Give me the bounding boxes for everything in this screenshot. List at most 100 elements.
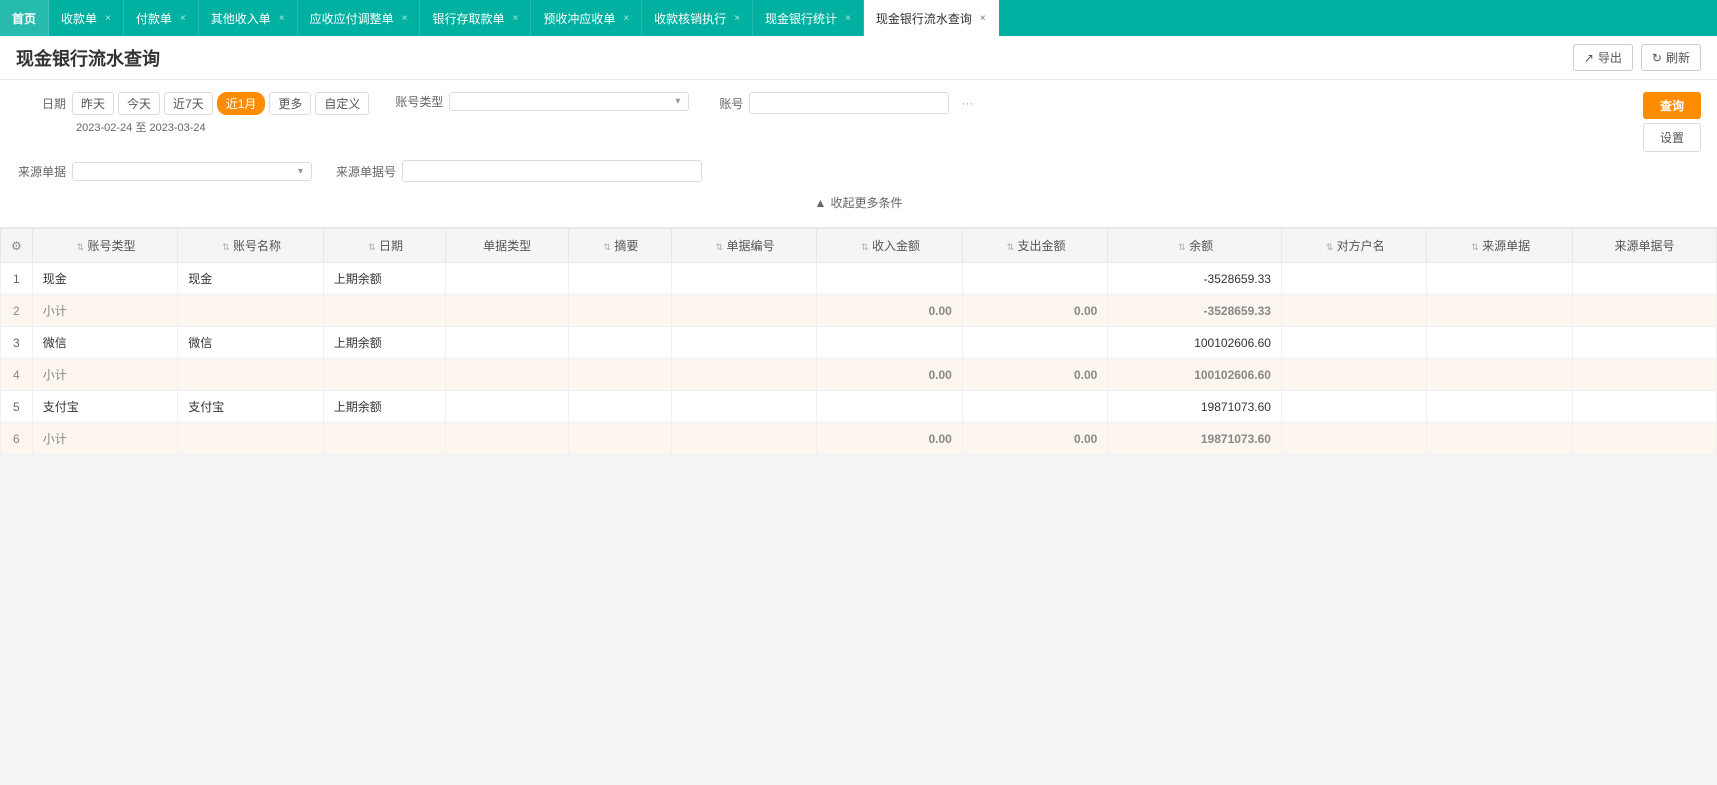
sort-icon[interactable]: ⇅ xyxy=(1007,242,1015,252)
date-btn-1month[interactable]: 近1月 xyxy=(217,92,266,115)
nav-tab-shoukuanhexiao[interactable]: 收款核销执行 × xyxy=(642,0,753,36)
sort-icon[interactable]: ⇅ xyxy=(716,242,724,252)
table-cell-summary xyxy=(568,359,671,391)
table-cell-source-doc_no xyxy=(1572,423,1716,455)
table-cell-source-doc_no xyxy=(1572,327,1716,359)
date-btn-7days[interactable]: 近7天 xyxy=(164,92,213,115)
table-cell-doc-type xyxy=(446,359,569,391)
export-icon: ↗ xyxy=(1584,51,1594,65)
sort-icon[interactable]: ⇅ xyxy=(368,242,376,252)
account-type-label: 账号类型 xyxy=(393,93,443,110)
table-cell-account-type: 小计 xyxy=(32,295,178,327)
table-row-num: 4 xyxy=(1,359,33,391)
nav-tab-yushouc[interactable]: 预收冲应收单 × xyxy=(531,0,642,36)
table-cell-date xyxy=(323,359,446,391)
table-cell-date xyxy=(323,423,446,455)
source-doc-no-label: 来源单据号 xyxy=(336,163,396,180)
date-btn-today[interactable]: 今天 xyxy=(118,92,160,115)
setting-button[interactable]: 设置 xyxy=(1643,123,1701,152)
table-header-summary: ⇅ 摘要 xyxy=(568,229,671,263)
table-cell-account-name: 微信 xyxy=(178,327,324,359)
date-btn-more[interactable]: 更多 xyxy=(269,92,311,115)
table-cell-doc-no xyxy=(671,327,817,359)
tab-close-icon[interactable]: × xyxy=(180,13,186,24)
tab-close-icon[interactable]: × xyxy=(279,13,285,24)
table-row-num: 1 xyxy=(1,263,33,295)
tab-close-icon[interactable]: × xyxy=(980,13,986,24)
tab-close-icon[interactable]: × xyxy=(734,13,740,24)
account-type-select[interactable]: ▾ xyxy=(449,92,689,111)
refresh-icon: ↻ xyxy=(1652,51,1662,65)
table-cell-date: 上期余额 xyxy=(323,327,446,359)
table-cell-account-type: 微信 xyxy=(32,327,178,359)
tab-close-icon[interactable]: × xyxy=(623,13,629,24)
source-doc-no-input[interactable] xyxy=(411,164,693,178)
table-cell-source-doc xyxy=(1427,359,1573,391)
chevron-down-icon: ▾ xyxy=(675,96,680,107)
table-cell-account-name xyxy=(178,295,324,327)
table-cell-source-doc_no xyxy=(1572,359,1716,391)
nav-tab-yingshouyingfu[interactable]: 应收应付调整单 × xyxy=(298,0,421,36)
table-cell-summary xyxy=(568,263,671,295)
table-cell-source-doc xyxy=(1427,263,1573,295)
sort-icon[interactable]: ⇅ xyxy=(1178,242,1186,252)
date-btn-custom[interactable]: 自定义 xyxy=(315,92,369,115)
table-header-gear[interactable]: ⚙ xyxy=(1,229,33,263)
account-input[interactable] xyxy=(758,96,940,110)
table-cell-expense: 0.00 xyxy=(962,359,1108,391)
nav-tab-fukuandan[interactable]: 付款单 × xyxy=(124,0,199,36)
table-cell-expense: 0.00 xyxy=(962,295,1108,327)
account-label: 账号 xyxy=(713,95,743,112)
table-row-num: 2 xyxy=(1,295,33,327)
table-cell-doc-no xyxy=(671,359,817,391)
nav-home[interactable]: 首页 xyxy=(0,0,49,36)
table-cell-summary xyxy=(568,391,671,423)
source-doc-select[interactable]: ▾ xyxy=(72,162,312,181)
collapse-chevron-icon: ▲ xyxy=(815,196,827,210)
date-btn-yesterday[interactable]: 昨天 xyxy=(72,92,114,115)
account-dots-button[interactable]: ··· xyxy=(955,93,979,113)
nav-tab-xianjinyinhang-stats[interactable]: 现金银行统计 × xyxy=(753,0,864,36)
table-cell-expense xyxy=(962,263,1108,295)
tab-close-icon[interactable]: × xyxy=(845,13,851,24)
table-header-counterpart: ⇅ 对方户名 xyxy=(1281,229,1427,263)
table-cell-doc-no xyxy=(671,295,817,327)
table-cell-source-doc_no xyxy=(1572,391,1716,423)
table-header-date: ⇅ 日期 xyxy=(323,229,446,263)
query-button[interactable]: 查询 xyxy=(1643,92,1701,119)
tab-close-icon[interactable]: × xyxy=(512,13,518,24)
table-cell-account-type: 小计 xyxy=(32,423,178,455)
table-cell-date xyxy=(323,295,446,327)
table-header-expense: ⇅ 支出金额 xyxy=(962,229,1108,263)
sort-icon[interactable]: ⇅ xyxy=(1471,242,1479,252)
table-cell-account-name: 支付宝 xyxy=(178,391,324,423)
data-table-wrap: ⚙ ⇅ 账号类型 ⇅ 账号名称 ⇅ 日期 单据类型 ⇅ 摘 xyxy=(0,228,1717,455)
nav-tab-xianjinyinhang-query[interactable]: 现金银行流水查询 × xyxy=(864,0,999,36)
table-header-account-type: ⇅ 账号类型 xyxy=(32,229,178,263)
refresh-button[interactable]: ↻ 刷新 xyxy=(1641,44,1701,71)
data-table: ⚙ ⇅ 账号类型 ⇅ 账号名称 ⇅ 日期 单据类型 ⇅ 摘 xyxy=(0,228,1717,455)
tab-close-icon[interactable]: × xyxy=(402,13,408,24)
table-cell-income: 0.00 xyxy=(817,359,963,391)
table-cell-income: 0.00 xyxy=(817,423,963,455)
table-cell-account-type: 支付宝 xyxy=(32,391,178,423)
nav-tab-yinhangcunqu[interactable]: 银行存取款单 × xyxy=(420,0,531,36)
tab-close-icon[interactable]: × xyxy=(105,13,111,24)
sort-icon[interactable]: ⇅ xyxy=(1326,242,1334,252)
export-button[interactable]: ↗ 导出 xyxy=(1573,44,1633,71)
sort-icon[interactable]: ⇅ xyxy=(603,242,611,252)
query-setting-buttons: 查询 设置 xyxy=(1643,92,1701,152)
table-cell-source-doc xyxy=(1427,391,1573,423)
table-cell-account-type: 小计 xyxy=(32,359,178,391)
collapse-bar[interactable]: ▲ 收起更多条件 xyxy=(16,190,1701,215)
sort-icon[interactable]: ⇅ xyxy=(222,242,230,252)
nav-tab-shoukuandan[interactable]: 收款单 × xyxy=(49,0,124,36)
source-doc-no-filter: 来源单据号 xyxy=(336,160,702,182)
nav-tab-qitashouru[interactable]: 其他收入单 × xyxy=(199,0,298,36)
sort-icon[interactable]: ⇅ xyxy=(861,242,869,252)
table-header-source-doc: ⇅ 来源单据 xyxy=(1427,229,1573,263)
sort-icon[interactable]: ⇅ xyxy=(77,242,85,252)
date-label: 日期 xyxy=(16,95,66,112)
tab-label: 应收应付调整单 xyxy=(310,10,394,27)
table-cell-date: 上期余额 xyxy=(323,263,446,295)
